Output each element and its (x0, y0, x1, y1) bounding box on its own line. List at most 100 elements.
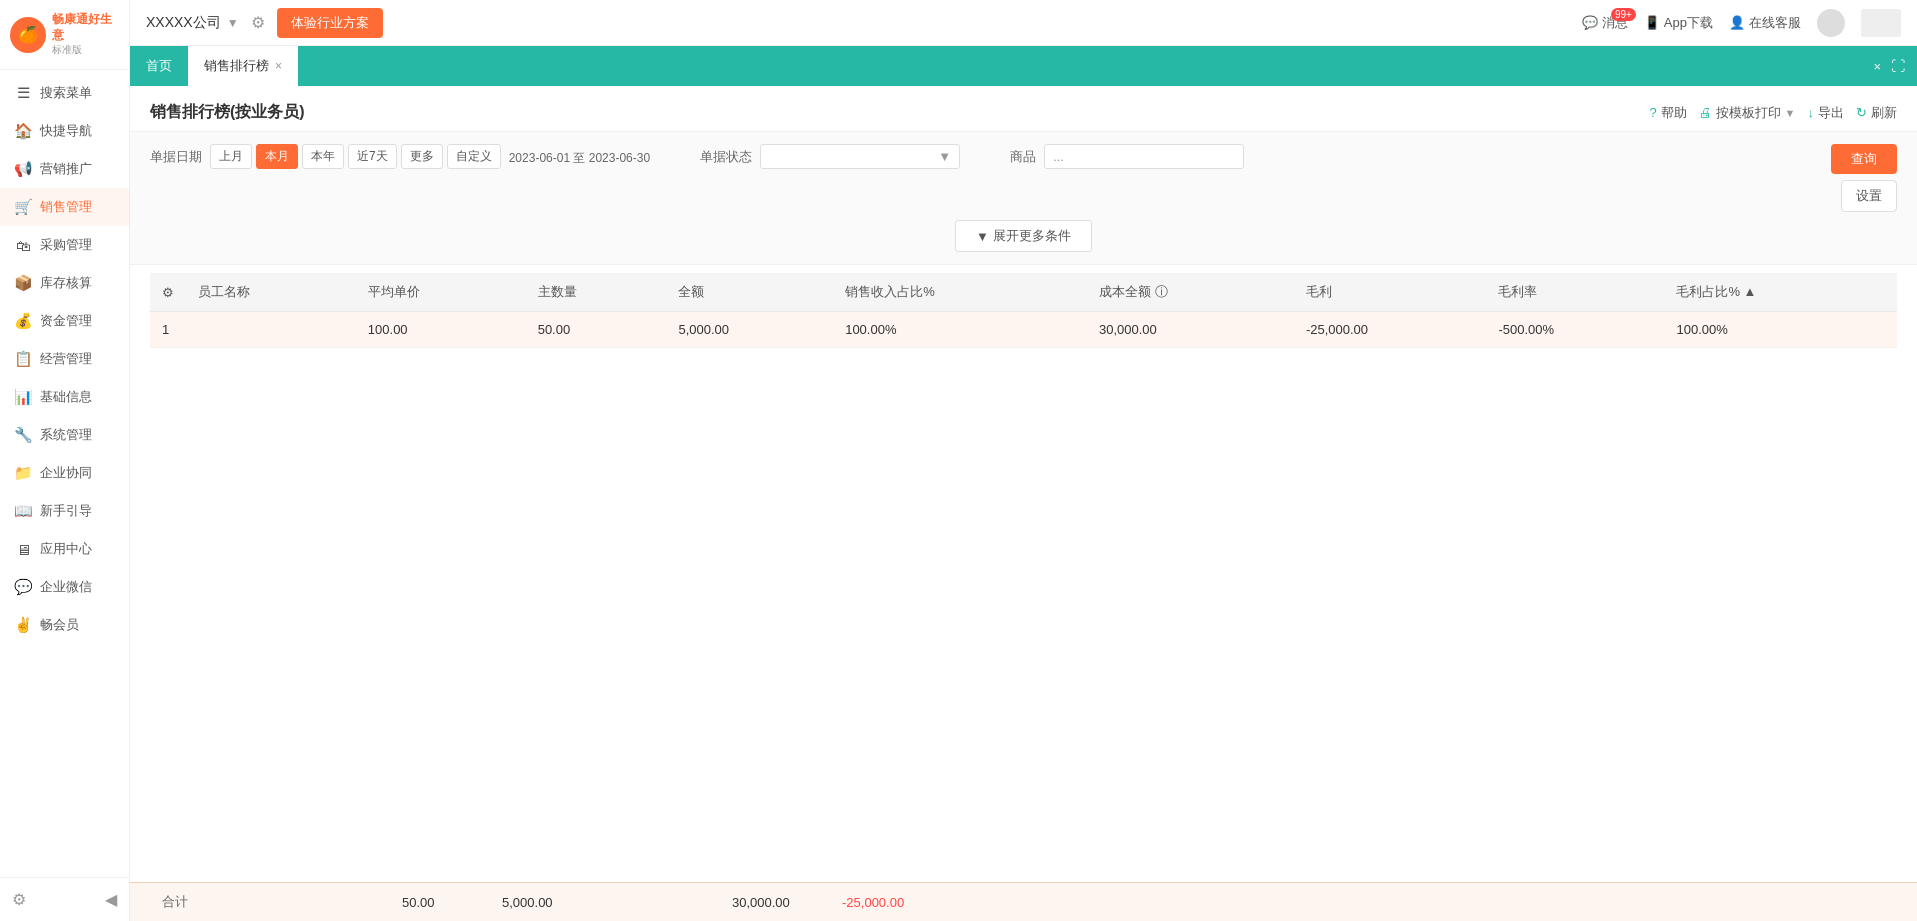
goods-filter: 商品 ... (1010, 144, 1244, 169)
col-amount: 全额 (666, 273, 833, 312)
cell-profit-rate: -500.00% (1486, 312, 1664, 348)
message-icon: 💬 (1582, 15, 1598, 30)
tab-home[interactable]: 首页 (130, 46, 188, 86)
home-icon: 🏠 (14, 122, 32, 140)
window-maximize-icon[interactable]: ⛶ (1891, 58, 1905, 74)
tab-sales-ranking[interactable]: 销售排行榜 × (188, 46, 298, 86)
content-spacer (130, 574, 1917, 883)
refresh-button[interactable]: ↻ 刷新 (1856, 104, 1897, 122)
expand-icon: ▼ (976, 229, 989, 244)
col-settings[interactable]: ⚙ (150, 273, 186, 312)
date-custom-button[interactable]: 自定义 (447, 144, 501, 169)
sidebar-item-guide[interactable]: 📖 新手引导 (0, 492, 129, 530)
app-download-button[interactable]: 📱 App下载 (1644, 14, 1713, 32)
date-year-button[interactable]: 本年 (302, 144, 344, 169)
help-button[interactable]: ? 帮助 (1649, 104, 1686, 122)
enterprise-icon: 📁 (14, 464, 32, 482)
sidebar-item-purchase[interactable]: 🛍 采购管理 (0, 226, 129, 264)
set-button[interactable]: 设置 (1841, 180, 1897, 212)
cell-profit: -25,000.00 (1294, 312, 1487, 348)
main-content: XXXXX公司 ▼ ⚙ 体验行业方案 💬 消息 99+ 📱 App下载 👤 在线… (130, 0, 1917, 921)
content-area: 销售排行榜(按业务员) ? 帮助 🖨 按模板打印 ▼ ↓ 导出 ↻ 刷新 (130, 86, 1917, 921)
print-icon: 🖨 (1699, 105, 1712, 120)
export-button[interactable]: ↓ 导出 (1808, 104, 1845, 122)
print-button[interactable]: 🖨 按模板打印 ▼ (1699, 104, 1796, 122)
date-range-display: 2023-06-01 至 2023-06-30 (509, 151, 650, 165)
cell-sales-pct: 100.00% (833, 312, 1087, 348)
purchase-icon: 🛍 (14, 237, 32, 254)
company-name: XXXXX公司 (146, 14, 221, 32)
col-profit-pct: 毛利占比% ▲ (1664, 273, 1897, 312)
sidebar-item-wechat[interactable]: 💬 企业微信 (0, 568, 129, 606)
sales-icon: 🛒 (14, 198, 32, 216)
cell-main-qty: 50.00 (526, 312, 667, 348)
app-download-icon: 📱 (1644, 15, 1660, 30)
date-prev-month-button[interactable]: 上月 (210, 144, 252, 169)
settings-icon[interactable]: ⚙ (251, 13, 265, 32)
table-area: ⚙ 员工名称 平均单价 主数量 全额 销售收入占比% 成本全额 ⓘ 毛利 毛利率… (130, 265, 1917, 574)
sidebar-item-quicknav[interactable]: 🏠 快捷导航 (0, 112, 129, 150)
cell-cost: 30,000.00 (1087, 312, 1294, 348)
sidebar-item-operations[interactable]: 📋 经营管理 (0, 340, 129, 378)
sidebar-item-appcenter[interactable]: 🖥 应用中心 (0, 530, 129, 568)
system-icon: 🔧 (14, 426, 32, 444)
status-dropdown[interactable]: ▼ (760, 144, 960, 169)
online-service-button[interactable]: 👤 在线客服 (1729, 14, 1801, 32)
cell-avg-price: 100.00 (356, 312, 526, 348)
service-label: 在线客服 (1749, 14, 1801, 32)
sidebar-item-vip[interactable]: ✌ 畅会员 (0, 606, 129, 644)
footer-cost: 30,000.00 (732, 895, 842, 910)
marketing-icon: 📢 (14, 160, 32, 178)
date-filter-label: 单据日期 (150, 148, 202, 166)
message-badge: 99+ (1611, 8, 1636, 21)
sidebar-item-sales[interactable]: 🛒 销售管理 (0, 188, 129, 226)
sidebar-item-label: 销售管理 (40, 198, 92, 216)
sales-ranking-tab-label: 销售排行榜 (204, 57, 269, 75)
cell-profit-pct: 100.00% (1664, 312, 1897, 348)
date-more-button[interactable]: 更多 (401, 144, 443, 169)
operations-icon: 📋 (14, 350, 32, 368)
col-profit-rate: 毛利率 (1486, 273, 1664, 312)
col-cost: 成本全额 ⓘ (1087, 273, 1294, 312)
sidebar-item-search[interactable]: ☰ 搜索菜单 (0, 74, 129, 112)
sidebar-nav: ☰ 搜索菜单 🏠 快捷导航 📢 营销推广 🛒 销售管理 🛍 采购管理 📦 库存核… (0, 70, 129, 877)
trial-button[interactable]: 体验行业方案 (277, 8, 383, 38)
tab-close-icon[interactable]: × (275, 59, 282, 73)
user-avatar[interactable] (1817, 9, 1845, 37)
print-dropdown-arrow[interactable]: ▼ (1785, 107, 1796, 119)
status-dropdown-arrow: ▼ (938, 149, 951, 164)
sidebar-item-label: 系统管理 (40, 426, 92, 444)
refresh-label: 刷新 (1871, 104, 1897, 122)
goods-input[interactable]: ... (1044, 144, 1244, 169)
sidebar-item-finance[interactable]: 💰 资金管理 (0, 302, 129, 340)
footer-total-label: 合计 (162, 893, 242, 911)
sidebar-item-label: 资金管理 (40, 312, 92, 330)
date-7days-button[interactable]: 近7天 (348, 144, 397, 169)
query-button[interactable]: 查询 (1831, 144, 1897, 174)
settings-icon[interactable]: ⚙ (12, 890, 26, 909)
goods-filter-label: 商品 (1010, 148, 1036, 166)
goods-more-icon: ... (1053, 149, 1064, 164)
company-selector[interactable]: XXXXX公司 ▼ (146, 14, 239, 32)
refresh-icon: ↻ (1856, 105, 1867, 120)
col-profit: 毛利 (1294, 273, 1487, 312)
date-buttons: 上月 本月 本年 近7天 更多 自定义 (210, 144, 501, 169)
sidebar-item-enterprise[interactable]: 📁 企业协同 (0, 454, 129, 492)
message-button[interactable]: 💬 消息 99+ (1582, 14, 1628, 32)
status-filter: 单据状态 ▼ (700, 144, 960, 169)
sidebar-item-inventory[interactable]: 📦 库存核算 (0, 264, 129, 302)
service-icon: 👤 (1729, 15, 1745, 30)
cell-employee (186, 312, 356, 348)
export-icon: ↓ (1808, 105, 1815, 120)
collapse-sidebar-icon[interactable]: ◀ (105, 890, 117, 909)
sidebar-item-basicinfo[interactable]: 📊 基础信息 (0, 378, 129, 416)
user-info[interactable] (1861, 9, 1901, 37)
window-close-icon[interactable]: × (1873, 59, 1881, 74)
date-curr-month-button[interactable]: 本月 (256, 144, 298, 169)
expand-filters-button[interactable]: ▼ 展开更多条件 (955, 220, 1092, 252)
sidebar-item-marketing[interactable]: 📢 营销推广 (0, 150, 129, 188)
sidebar-item-system[interactable]: 🔧 系统管理 (0, 416, 129, 454)
sidebar-item-label: 经营管理 (40, 350, 92, 368)
appcenter-icon: 🖥 (14, 541, 32, 558)
expand-row: ▼ 展开更多条件 (150, 220, 1897, 252)
